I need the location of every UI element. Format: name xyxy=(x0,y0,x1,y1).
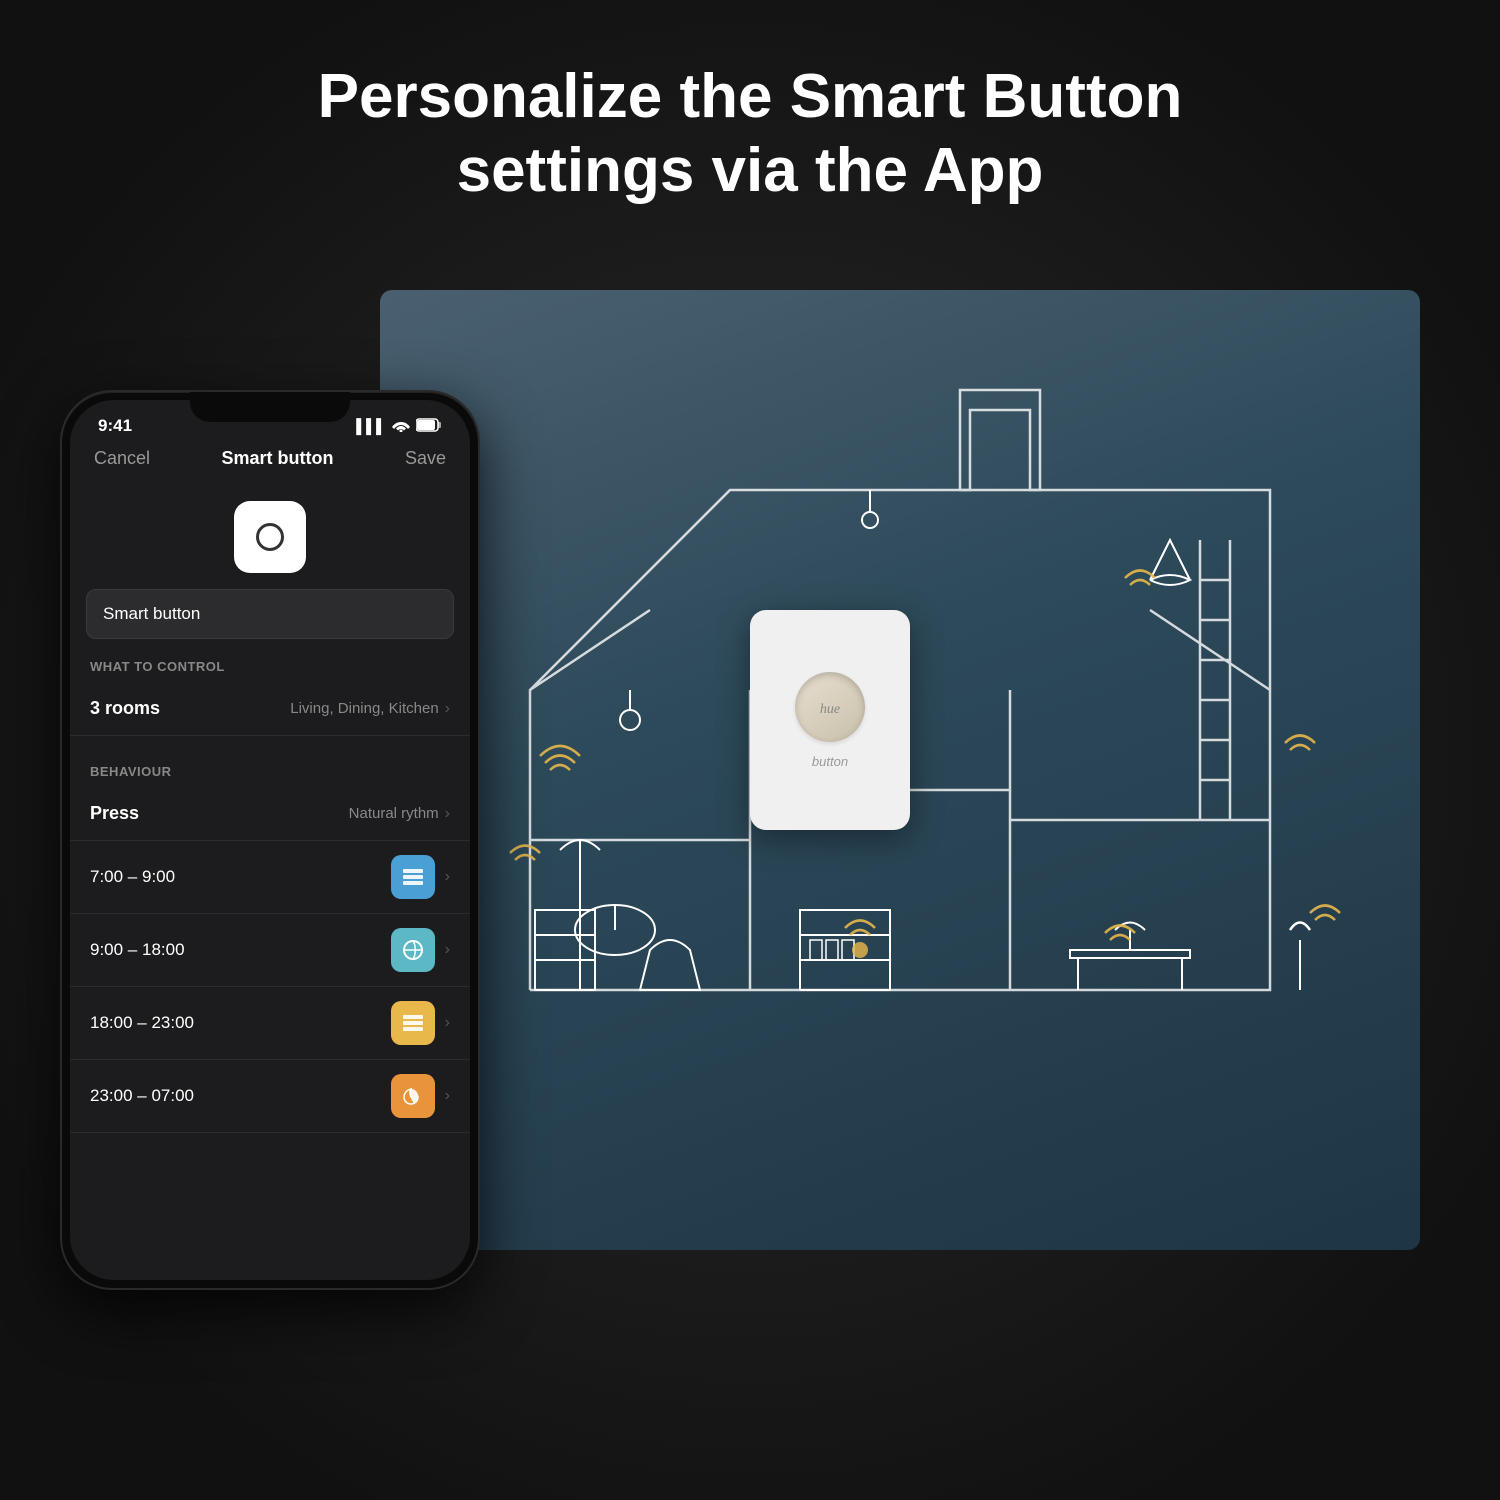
press-value: Natural rythm xyxy=(349,805,439,822)
schedule-row-3[interactable]: 23:00 – 07:00 › xyxy=(70,1060,470,1133)
nav-bar: Cancel Smart button Save xyxy=(70,444,470,481)
schedule-time-3: 23:00 – 07:00 xyxy=(90,1086,194,1106)
device-name-input[interactable]: Smart button xyxy=(86,589,454,639)
device-icon xyxy=(256,523,284,551)
rooms-detail-area: Living, Dining, Kitchen › xyxy=(290,700,450,718)
schedule-right-3: › xyxy=(391,1074,450,1118)
schedule-icon-1 xyxy=(391,928,435,972)
schedule-chevron-3: › xyxy=(445,1087,450,1105)
hue-button: hue xyxy=(795,672,865,742)
hue-logo-icon: hue xyxy=(814,691,846,723)
rooms-chevron-icon: › xyxy=(445,700,450,718)
cancel-button[interactable]: Cancel xyxy=(94,448,150,469)
header-line2: settings via the App xyxy=(0,134,1500,208)
header-line1: Personalize the Smart Button xyxy=(0,60,1500,134)
schedule-right-0: › xyxy=(391,855,450,899)
behaviour-label: BEHAVIOUR xyxy=(70,764,470,787)
rooms-row[interactable]: 3 rooms Living, Dining, Kitchen › xyxy=(70,682,470,736)
svg-text:hue: hue xyxy=(820,702,840,717)
press-chevron-icon: › xyxy=(445,805,450,823)
press-label: Press xyxy=(90,803,139,824)
hue-brand-text: button xyxy=(812,754,848,769)
device-icon-box xyxy=(234,501,306,573)
status-icons: ▌▌▌ xyxy=(356,418,442,435)
schedule-right-2: › xyxy=(391,1001,450,1045)
status-time: 9:41 xyxy=(98,416,132,436)
what-to-control-label: WHAT TO CONTROL xyxy=(70,659,470,682)
signal-icon: ▌▌▌ xyxy=(356,418,386,434)
schedule-chevron-1: › xyxy=(445,941,450,959)
schedule-row-0[interactable]: 7:00 – 9:00 › xyxy=(70,841,470,914)
wifi-icon xyxy=(392,418,410,435)
hue-device: hue button xyxy=(750,610,910,830)
schedule-icon-2 xyxy=(391,1001,435,1045)
schedule-chevron-0: › xyxy=(445,868,450,886)
illustration-panel: hue button xyxy=(380,290,1420,1250)
nav-title: Smart button xyxy=(222,448,334,469)
press-row[interactable]: Press Natural rythm › xyxy=(70,787,470,841)
press-value-area: Natural rythm › xyxy=(349,805,450,823)
schedule-row-1[interactable]: 9:00 – 18:00 › xyxy=(70,914,470,987)
schedule-chevron-2: › xyxy=(445,1014,450,1032)
device-icon-area xyxy=(70,481,470,589)
battery-icon xyxy=(416,418,442,435)
schedule-row-2[interactable]: 18:00 – 23:00 › xyxy=(70,987,470,1060)
phone-notch xyxy=(190,392,350,422)
schedule-time-0: 7:00 – 9:00 xyxy=(90,867,175,887)
phone: 9:41 ▌▌▌ Cancel Smart button Save xyxy=(60,390,480,1290)
phone-screen: 9:41 ▌▌▌ Cancel Smart button Save xyxy=(70,400,470,1280)
page-header: Personalize the Smart Button settings vi… xyxy=(0,60,1500,209)
schedule-time-2: 18:00 – 23:00 xyxy=(90,1013,194,1033)
schedule-icon-0 xyxy=(391,855,435,899)
save-button[interactable]: Save xyxy=(405,448,446,469)
rooms-count: 3 rooms xyxy=(90,698,160,719)
schedule-icon-3 xyxy=(391,1074,435,1118)
schedule-time-1: 9:00 – 18:00 xyxy=(90,940,185,960)
rooms-detail: Living, Dining, Kitchen xyxy=(290,700,438,717)
separator-1 xyxy=(70,736,470,764)
schedule-right-1: › xyxy=(391,928,450,972)
